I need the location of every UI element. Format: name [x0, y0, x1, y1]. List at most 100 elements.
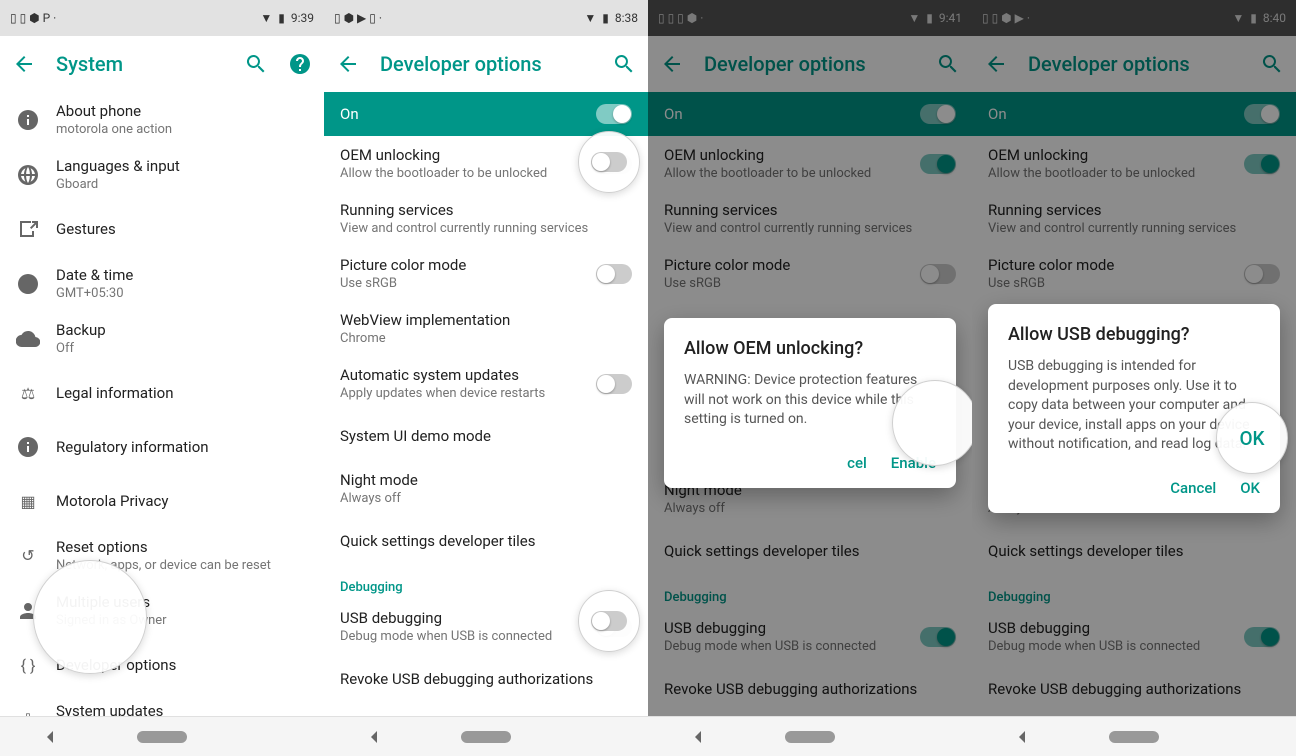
r-sub: View and control currently running servi… [340, 221, 632, 236]
item-title: Reset options [56, 538, 308, 556]
tutorial-highlight-ok: OK [1216, 402, 1288, 474]
status-icons-left: ▯ ⬢ ▶ ▯ · [334, 11, 382, 25]
r-title: Picture color mode [340, 256, 596, 274]
r-title: Revoke USB debugging authorizations [340, 670, 632, 688]
r-title: Automatic system updates [340, 366, 596, 384]
cloud-icon [16, 327, 40, 351]
help-icon[interactable] [288, 52, 312, 76]
list-item-gestures[interactable]: Gestures [0, 202, 324, 256]
nav-home-pill[interactable] [1109, 731, 1159, 743]
sys-update-icon: ⇩ [16, 708, 40, 717]
dialog-title: Allow OEM unlocking? [684, 338, 936, 359]
dialog-title: Allow USB debugging? [1008, 324, 1260, 345]
list-item-legal[interactable]: ⚖ Legal information [0, 366, 324, 420]
r-sub: Apply updates when device restarts [340, 386, 596, 401]
battery-icon: ▮ [602, 11, 609, 25]
status-bar: ▯ ▯ ⬢ P · ▼ ▮ 9:39 [0, 0, 324, 36]
nav-empty [586, 725, 610, 749]
item-title: Date & time [56, 266, 308, 284]
nav-back-icon[interactable] [362, 725, 386, 749]
r-title: OEM unlocking [340, 146, 596, 164]
cancel-button[interactable]: cel [847, 454, 867, 472]
banner-label: On [340, 105, 359, 123]
row-running-services[interactable]: Running services View and control current… [324, 191, 648, 246]
row-revoke-usb[interactable]: Revoke USB debugging authorizations [324, 654, 648, 704]
list-item-regulatory[interactable]: Regulatory information [0, 420, 324, 474]
pane-dev-oem-dialog: ▯ ▯ ▯ ⬢ · ▼ ▮ 9:41 Developer options On … [648, 0, 972, 756]
page-title: System [56, 52, 224, 76]
r-title: Running services [340, 201, 632, 219]
nav-bar [324, 716, 648, 756]
nav-back-icon[interactable] [38, 725, 62, 749]
nav-bar [0, 716, 324, 756]
nav-bar [648, 716, 972, 756]
list-item-about[interactable]: About phonemotorola one action [0, 92, 324, 147]
list-item-backup[interactable]: Backup Off [0, 311, 324, 366]
row-webview[interactable]: WebView implementation Chrome [324, 301, 648, 356]
r-sub: Chrome [340, 331, 632, 346]
auto-update-toggle[interactable] [596, 374, 632, 394]
list-item-languages[interactable]: Languages & inputGboard [0, 147, 324, 202]
clock-icon [16, 272, 40, 296]
item-sub: GMT+05:30 [56, 286, 308, 301]
item-sub: Gboard [56, 177, 308, 192]
tutorial-highlight-developer-options [33, 560, 147, 674]
list-item-privacy[interactable]: ▦ Motorola Privacy [0, 474, 324, 528]
nav-bar [972, 716, 1296, 756]
nav-back-icon[interactable] [1010, 725, 1034, 749]
r-sub: Debug mode when USB is connected [340, 629, 596, 644]
item-title: Motorola Privacy [56, 492, 308, 510]
nav-empty [262, 725, 286, 749]
tutorial-highlight-usb-toggle [578, 590, 640, 652]
braces-icon: { } [16, 653, 40, 677]
nav-home-pill[interactable] [461, 731, 511, 743]
list-item-datetime[interactable]: Date & time GMT+05:30 [0, 256, 324, 311]
row-bug-report[interactable]: Bug report shortcut [324, 704, 648, 716]
tutorial-highlight-enable [892, 380, 972, 466]
ok-button[interactable]: OK [1240, 479, 1260, 497]
r-title: Night mode [340, 471, 632, 489]
cancel-button[interactable]: Cancel [1170, 479, 1216, 497]
arrow-out-icon [16, 217, 40, 241]
status-icons-right: ▼ ▮ 8:38 [584, 11, 638, 25]
nav-home-pill[interactable] [137, 731, 187, 743]
r-title: WebView implementation [340, 311, 632, 329]
wifi-icon: ▼ [584, 11, 596, 25]
item-title: Legal information [56, 384, 308, 402]
search-icon[interactable] [244, 52, 268, 76]
balance-icon: ⚖ [16, 381, 40, 405]
r-sub: Allow the bootloader to be unlocked [340, 166, 596, 181]
row-demo-mode[interactable]: System UI demo mode [324, 411, 648, 461]
item-title: Regulatory information [56, 438, 308, 456]
clock-text: 8:38 [615, 11, 638, 25]
status-icons-left: ▯ ▯ ⬢ P · [10, 11, 56, 25]
pane-dev-initial: ▯ ⬢ ▶ ▯ · ▼ ▮ 8:38 Developer options On … [324, 0, 648, 756]
back-button[interactable] [336, 52, 360, 76]
r-sub: Always off [340, 491, 632, 506]
battery-icon: ▮ [278, 11, 285, 25]
picture-toggle[interactable] [596, 264, 632, 284]
list-item-system-updates[interactable]: ⇩ System updatesUpdated to Android 9 [0, 692, 324, 716]
item-sub: Off [56, 341, 308, 356]
item-title: System updates [56, 702, 308, 716]
tutorial-highlight-oem-toggle [578, 131, 640, 193]
search-icon[interactable] [612, 52, 636, 76]
list-item-reset[interactable]: ↺ Reset optionsNetwork, apps, or device … [0, 528, 324, 583]
reset-icon: ↺ [16, 544, 40, 568]
master-toggle[interactable] [596, 104, 632, 124]
row-night-mode[interactable]: Night mode Always off [324, 461, 648, 516]
on-banner: On [324, 92, 648, 136]
nav-back-icon[interactable] [686, 725, 710, 749]
row-picture-color[interactable]: Picture color modeUse sRGB [324, 246, 648, 301]
wifi-icon: ▼ [260, 11, 272, 25]
pane-system: ▯ ▯ ⬢ P · ▼ ▮ 9:39 System About phonemot… [0, 0, 324, 756]
item-title: Backup [56, 321, 308, 339]
nav-home-pill[interactable] [785, 731, 835, 743]
item-title: Gestures [56, 220, 308, 238]
row-qs-tiles[interactable]: Quick settings developer tiles [324, 516, 648, 566]
status-icons-right: ▼ ▮ 9:39 [260, 11, 314, 25]
r-title: USB debugging [340, 609, 596, 627]
back-button[interactable] [12, 52, 36, 76]
app-bar: Developer options [324, 36, 648, 92]
row-auto-updates[interactable]: Automatic system updates Apply updates wh… [324, 356, 648, 411]
